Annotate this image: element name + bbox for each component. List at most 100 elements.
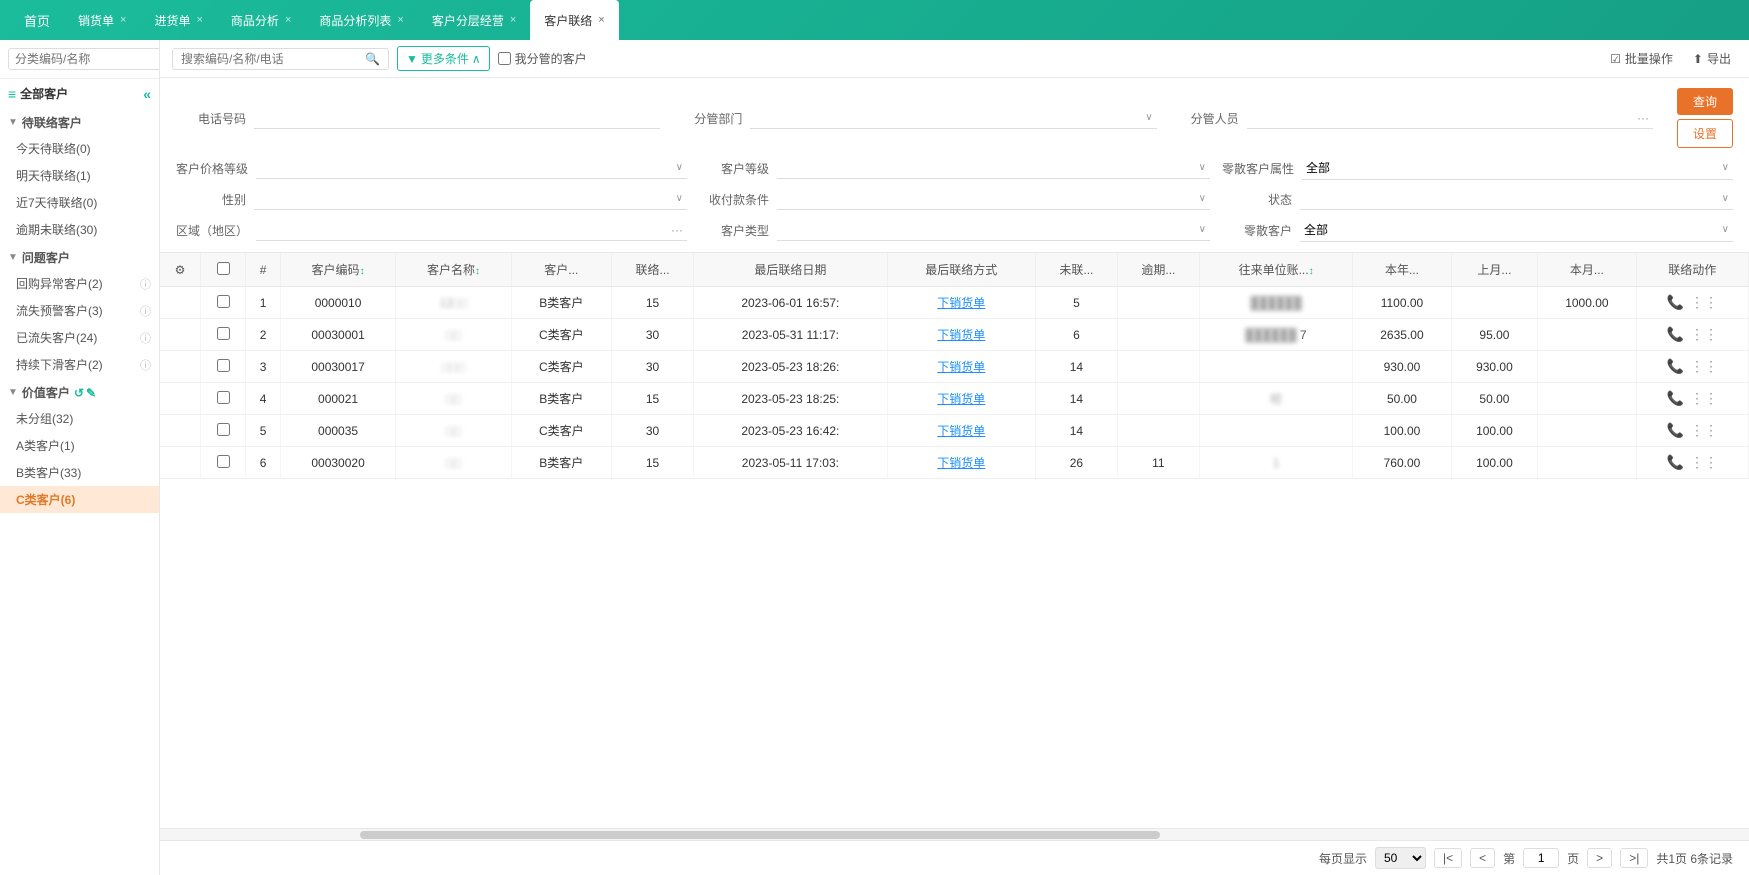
- col-contact-count[interactable]: 联络...: [612, 253, 694, 287]
- page-number-input[interactable]: [1523, 848, 1559, 868]
- filter-dept-select[interactable]: ∨: [750, 107, 1156, 129]
- row-checkbox-4[interactable]: [217, 423, 230, 436]
- sidebar-item-churned[interactable]: 已流失客户(24) ⓘ: [0, 324, 159, 351]
- cell-checkbox[interactable]: [201, 415, 246, 447]
- col-last-month[interactable]: 上月...: [1451, 253, 1538, 287]
- contact-method-link[interactable]: 下销货单: [937, 424, 985, 438]
- nav-home[interactable]: 首页: [10, 11, 64, 30]
- call-icon[interactable]: 📞: [1667, 454, 1684, 471]
- page-size-select[interactable]: 50 20 100: [1375, 847, 1426, 869]
- close-contact-tab[interactable]: ×: [598, 14, 604, 26]
- nav-tab-purchase[interactable]: 进货单 ×: [140, 0, 216, 40]
- cell-checkbox[interactable]: [201, 319, 246, 351]
- sidebar-item-c-class[interactable]: C类客户(6): [0, 486, 159, 513]
- filter-value-level-select[interactable]: ∨: [256, 157, 687, 179]
- nav-tab-analysis-list[interactable]: 商品分析列表 ×: [305, 0, 417, 40]
- call-icon[interactable]: 📞: [1667, 294, 1684, 311]
- filter-retail-attr-select[interactable]: 全部 ∨: [1302, 156, 1733, 180]
- col-settings[interactable]: ⚙: [160, 253, 201, 287]
- col-last-contact-method[interactable]: 最后联络方式: [887, 253, 1035, 287]
- row-checkbox-1[interactable]: [217, 327, 230, 340]
- contact-method-link[interactable]: 下销货单: [937, 360, 985, 374]
- cell-checkbox[interactable]: [201, 383, 246, 415]
- close-purchase-tab[interactable]: ×: [196, 14, 202, 26]
- sidebar-item-declining[interactable]: 持续下滑客户(2) ⓘ: [0, 351, 159, 378]
- contact-method-link[interactable]: 下销货单: [937, 328, 985, 342]
- sidebar-item-a-class[interactable]: A类客户(1): [0, 432, 159, 459]
- col-year-amount[interactable]: 本年...: [1353, 253, 1451, 287]
- batch-ops-btn[interactable]: ☑ 批量操作: [1604, 47, 1679, 70]
- cell-last-contact-method[interactable]: 下销货单: [887, 319, 1035, 351]
- filter-customer-level-select[interactable]: ∨: [777, 157, 1210, 179]
- prev-page-btn[interactable]: <: [1470, 848, 1495, 868]
- first-page-btn[interactable]: |<: [1434, 848, 1462, 868]
- call-icon[interactable]: 📞: [1667, 390, 1684, 407]
- info-icon-churn-warning[interactable]: ⓘ: [140, 303, 151, 319]
- contact-method-link[interactable]: 下销货单: [937, 392, 985, 406]
- more-action-icon[interactable]: ⋮⋮: [1690, 390, 1718, 407]
- next-page-btn[interactable]: >: [1587, 848, 1612, 868]
- sidebar-section-pending[interactable]: ▼ 待联络客户: [0, 108, 159, 135]
- col-last-contact-date[interactable]: 最后联络日期: [694, 253, 888, 287]
- call-icon[interactable]: 📞: [1667, 422, 1684, 439]
- close-sales-tab[interactable]: ×: [120, 14, 126, 26]
- refresh-icon[interactable]: ↺: [74, 386, 84, 400]
- sidebar-collapse-all-icon[interactable]: «: [143, 86, 151, 102]
- filter-region-select[interactable]: ···: [256, 219, 687, 241]
- sidebar-item-overdue[interactable]: 逾期未联络(30): [0, 216, 159, 243]
- col-overdue[interactable]: 逾期...: [1117, 253, 1199, 287]
- row-checkbox-2[interactable]: [217, 359, 230, 372]
- search-input[interactable]: [181, 52, 361, 66]
- edit-icon[interactable]: ✎: [86, 386, 96, 400]
- col-type[interactable]: 客户...: [511, 253, 612, 287]
- row-checkbox-0[interactable]: [217, 295, 230, 308]
- query-btn[interactable]: 查询: [1677, 88, 1733, 115]
- info-icon-abnormal[interactable]: ⓘ: [140, 276, 151, 292]
- call-icon[interactable]: 📞: [1667, 326, 1684, 343]
- sidebar-item-today[interactable]: 今天待联络(0): [0, 135, 159, 162]
- sidebar-section-problem[interactable]: ▼ 问题客户: [0, 243, 159, 270]
- close-analysis-tab[interactable]: ×: [285, 14, 291, 26]
- sidebar-item-unclassified[interactable]: 未分组(32): [0, 405, 159, 432]
- cell-last-contact-method[interactable]: 下销货单: [887, 351, 1035, 383]
- info-icon-churned[interactable]: ⓘ: [140, 330, 151, 346]
- settings-btn[interactable]: 设置: [1677, 119, 1733, 148]
- col-uncontact[interactable]: 未联...: [1035, 253, 1117, 287]
- row-checkbox-3[interactable]: [217, 391, 230, 404]
- more-action-icon[interactable]: ⋮⋮: [1690, 358, 1718, 375]
- more-action-icon[interactable]: ⋮⋮: [1690, 294, 1718, 311]
- horizontal-scrollbar[interactable]: [160, 828, 1749, 840]
- cell-last-contact-method[interactable]: 下销货单: [887, 287, 1035, 319]
- filter-manager-select[interactable]: ···: [1247, 107, 1653, 129]
- export-btn[interactable]: ⬆ 导出: [1687, 47, 1737, 70]
- filter-retail-customer-select[interactable]: 全部 ∨: [1300, 218, 1733, 242]
- search-icon[interactable]: 🔍: [365, 52, 380, 66]
- select-all-checkbox[interactable]: [217, 262, 230, 275]
- sidebar-search-input[interactable]: [8, 48, 160, 70]
- col-this-month[interactable]: 本月...: [1538, 253, 1636, 287]
- call-icon[interactable]: 📞: [1667, 358, 1684, 375]
- contact-method-link[interactable]: 下销货单: [937, 296, 985, 310]
- sidebar-item-7days[interactable]: 近7天待联络(0): [0, 189, 159, 216]
- filter-customer-type-select[interactable]: ∨: [777, 219, 1210, 241]
- nav-tab-contact[interactable]: 客户联络 ×: [530, 0, 618, 40]
- sidebar-section-value[interactable]: ▼ 价值客户 ↺ ✎: [0, 378, 159, 405]
- info-icon-declining[interactable]: ⓘ: [140, 357, 151, 373]
- filter-status-select[interactable]: ∨: [1300, 188, 1733, 210]
- nav-tab-analysis[interactable]: 商品分析 ×: [217, 0, 305, 40]
- row-checkbox-5[interactable]: [217, 455, 230, 468]
- filter-payment-select[interactable]: ∨: [777, 188, 1210, 210]
- close-crm-tab[interactable]: ×: [510, 14, 516, 26]
- cell-checkbox[interactable]: [201, 351, 246, 383]
- filter-gender-select[interactable]: ∨: [254, 188, 687, 210]
- sidebar-item-churn-warning[interactable]: 流失预警客户(3) ⓘ: [0, 297, 159, 324]
- contact-method-link[interactable]: 下销货单: [937, 456, 985, 470]
- my-customers-checkbox[interactable]: [498, 52, 511, 65]
- my-customers-checkbox-label[interactable]: 我分管的客户: [498, 50, 587, 67]
- cell-checkbox[interactable]: [201, 287, 246, 319]
- nav-tab-sales[interactable]: 销货单 ×: [64, 0, 140, 40]
- filter-phone-input[interactable]: [254, 108, 660, 129]
- cell-last-contact-method[interactable]: 下销货单: [887, 447, 1035, 479]
- nav-tab-crm[interactable]: 客户分层经营 ×: [418, 0, 530, 40]
- more-conditions-btn[interactable]: ▼ 更多条件 ∧: [397, 46, 490, 71]
